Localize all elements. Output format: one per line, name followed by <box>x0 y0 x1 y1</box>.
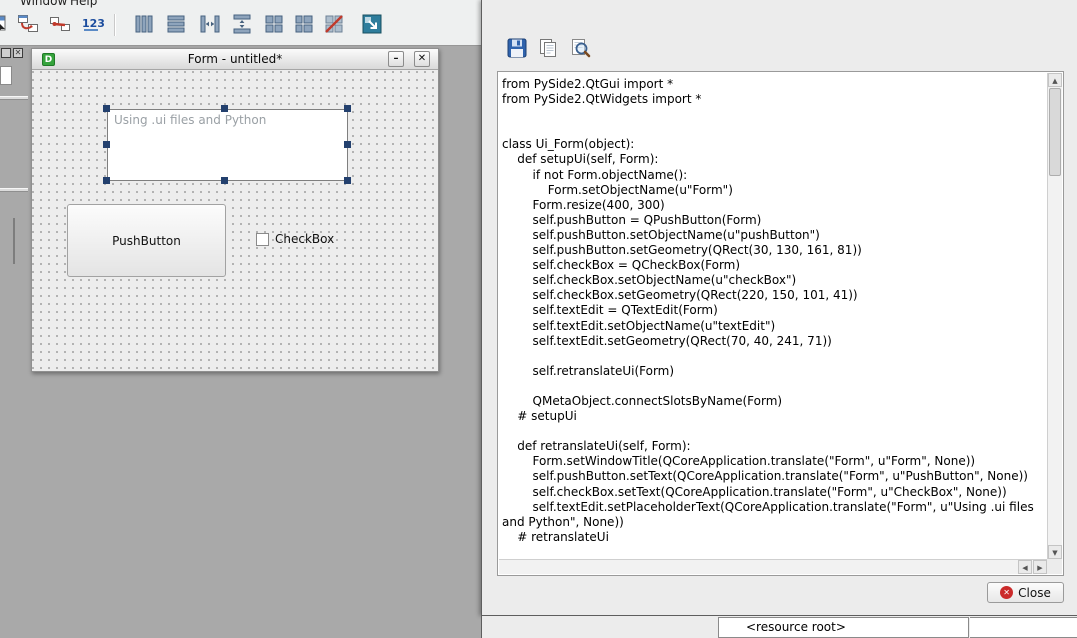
form-minimize-button[interactable]: – <box>388 51 404 67</box>
code-line: Form.setWindowTitle(QCoreApplication.tra… <box>502 454 1044 469</box>
checkbox-label: CheckBox <box>275 232 334 246</box>
code-line: Form.setObjectName(u"Form") <box>502 183 1044 198</box>
code-line: self.pushButton.setObjectName(u"pushButt… <box>502 228 1044 243</box>
pushbutton-label: PushButton <box>112 234 181 248</box>
close-button-label: Close <box>1018 586 1051 600</box>
svg-text:123: 123 <box>82 17 104 30</box>
view-code-dialog: from PySide2.QtGui import *from PySide2.… <box>481 0 1077 616</box>
main-toolbar: Window Help 123 <box>0 0 481 46</box>
code-line: and Python", None)) <box>502 515 1044 530</box>
adjust-size-icon[interactable] <box>360 12 384 36</box>
code-line: def retranslateUi(self, Form): <box>502 439 1044 454</box>
code-line: self.pushButton.setGeometry(QRect(30, 13… <box>502 243 1044 258</box>
code-line <box>502 349 1044 364</box>
code-lines: from PySide2.QtGui import *from PySide2.… <box>500 73 1046 558</box>
widgetbox-separator <box>0 96 28 100</box>
code-line: Form.resize(400, 300) <box>502 198 1044 213</box>
save-icon[interactable] <box>505 36 529 60</box>
copy-icon[interactable] <box>536 36 560 60</box>
edit-signals-slots-icon[interactable] <box>16 12 40 36</box>
code-line: self.checkBox.setGeometry(QRect(220, 150… <box>502 288 1044 303</box>
code-line: QMetaObject.connectSlotsByName(Form) <box>502 394 1044 409</box>
dock-float-button[interactable] <box>1 48 11 58</box>
code-line: self.pushButton.setText(QCoreApplication… <box>502 469 1044 484</box>
close-dialog-icon: ✕ <box>1000 586 1013 599</box>
code-line: if not Form.objectName(): <box>502 168 1044 183</box>
menubar: Window Help <box>0 0 481 9</box>
form-canvas[interactable]: Using .ui files and Python PushButton Ch… <box>32 70 438 371</box>
selection-handle-top-left[interactable] <box>103 105 110 112</box>
code-line: # setupUi <box>502 409 1044 424</box>
code-line <box>502 107 1044 122</box>
code-line: class Ui_Form(object): <box>502 137 1044 152</box>
code-line <box>502 379 1044 394</box>
code-line: def setupUi(self, Form): <box>502 152 1044 167</box>
selection-handle-bottom-center[interactable] <box>221 177 228 184</box>
checkbox-indicator[interactable] <box>256 233 269 246</box>
form-window-titlebar[interactable]: D Form - untitled* – ✕ <box>32 49 438 70</box>
vertical-scrollbar[interactable]: ▲ ▼ <box>1047 73 1062 559</box>
code-line: from PySide2.QtWidgets import * <box>502 92 1044 107</box>
toolbar-separator <box>114 14 116 36</box>
form-window-title: Form - untitled* <box>32 52 438 66</box>
designed-pushbutton[interactable]: PushButton <box>67 204 226 277</box>
code-line: self.checkBox = QCheckBox(Form) <box>502 258 1044 273</box>
code-line: from PySide2.QtGui import * <box>502 77 1044 92</box>
edit-tab-order-icon[interactable]: 123 <box>80 12 104 36</box>
resource-panel-cell <box>970 617 1077 638</box>
resource-browser-strip: <resource root> <box>481 616 1077 638</box>
selection-handle-bottom-right[interactable] <box>344 177 351 184</box>
code-view[interactable]: from PySide2.QtGui import *from PySide2.… <box>497 71 1064 576</box>
horizontal-scrollbar[interactable]: ◀ ▶ <box>499 559 1047 574</box>
code-line: self.textEdit.setGeometry(QRect(70, 40, … <box>502 334 1044 349</box>
designed-textedit[interactable]: Using .ui files and Python <box>107 109 348 181</box>
dock-close-button[interactable]: ✕ <box>13 48 23 58</box>
selection-handle-top-center[interactable] <box>221 105 228 112</box>
menu-help[interactable]: Help <box>70 0 97 8</box>
edit-widgets-icon[interactable] <box>0 12 10 36</box>
vertical-scrollbar-thumb[interactable] <box>1049 88 1061 176</box>
code-line: self.retranslateUi(Form) <box>502 364 1044 379</box>
code-line: # retranslateUi <box>502 530 1044 545</box>
mdi-area: ✕ D Form - untitled* – ✕ Using .ui files… <box>0 46 481 638</box>
code-line: self.textEdit.setPlaceholderText(QCoreAp… <box>502 500 1044 515</box>
code-line: self.textEdit.setObjectName(u"textEdit") <box>502 319 1044 334</box>
code-line: self.checkBox.setObjectName(u"checkBox") <box>502 273 1044 288</box>
qt-designer-app: Window Help 123 <box>0 0 1077 638</box>
selection-handle-mid-left[interactable] <box>103 141 110 148</box>
code-line: self.textEdit = QTextEdit(Form) <box>502 303 1044 318</box>
widgetbox-scrollbar[interactable] <box>13 218 15 264</box>
scroll-right-icon[interactable]: ▶ <box>1033 560 1047 574</box>
selection-handle-top-right[interactable] <box>344 105 351 112</box>
layout-grid-icon[interactable] <box>262 12 286 36</box>
selection-handle-mid-right[interactable] <box>344 141 351 148</box>
layout-splitter-vertical-icon[interactable] <box>230 12 254 36</box>
widgetbox-separator <box>0 188 28 192</box>
layout-horizontal-icon[interactable] <box>132 12 156 36</box>
selection-handle-bottom-left[interactable] <box>103 177 110 184</box>
layout-vertical-icon[interactable] <box>164 12 188 36</box>
code-line <box>502 424 1044 439</box>
break-layout-icon[interactable] <box>322 12 346 36</box>
form-designer-window: D Form - untitled* – ✕ Using .ui files a… <box>31 48 439 372</box>
layout-form-icon[interactable] <box>292 12 316 36</box>
edit-buddies-icon[interactable] <box>48 12 72 36</box>
menu-window[interactable]: Window <box>20 0 67 8</box>
resource-root-item[interactable]: <resource root> <box>718 617 969 638</box>
find-icon[interactable] <box>568 36 592 60</box>
code-line: self.pushButton = QPushButton(Form) <box>502 213 1044 228</box>
scroll-down-icon[interactable]: ▼ <box>1048 545 1062 559</box>
scroll-left-icon[interactable]: ◀ <box>1018 560 1032 574</box>
scrollbar-corner <box>1047 559 1062 574</box>
code-line <box>502 122 1044 137</box>
close-button[interactable]: ✕ Close <box>987 582 1064 603</box>
designed-checkbox[interactable]: CheckBox <box>256 232 334 246</box>
widgetbox-filter-input[interactable] <box>0 66 12 85</box>
code-line: self.checkBox.setText(QCoreApplication.t… <box>502 485 1044 500</box>
layout-splitter-horizontal-icon[interactable] <box>198 12 222 36</box>
form-close-button[interactable]: ✕ <box>414 51 430 67</box>
scroll-up-icon[interactable]: ▲ <box>1048 73 1062 87</box>
